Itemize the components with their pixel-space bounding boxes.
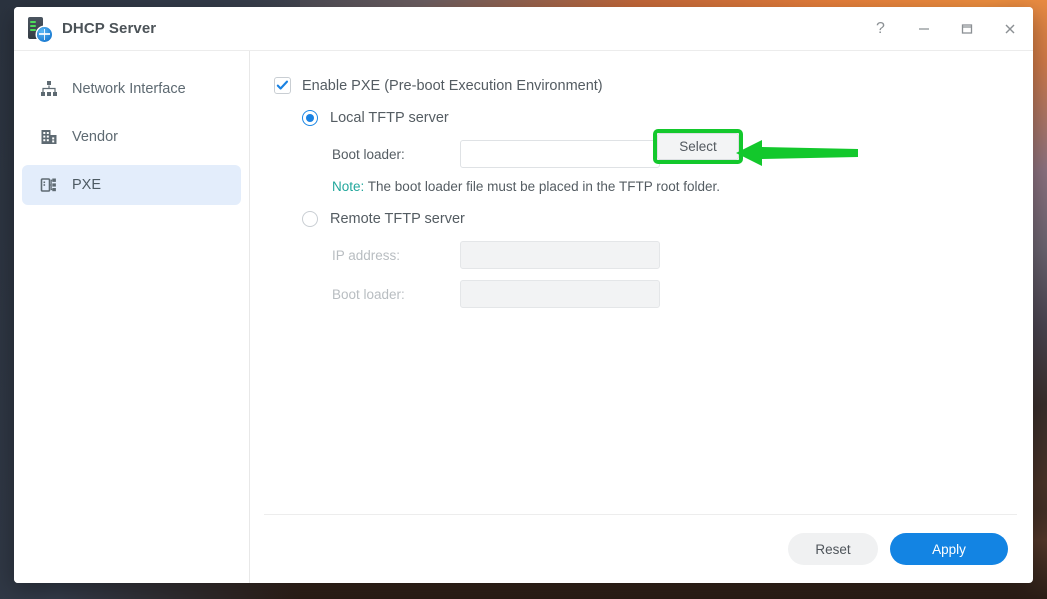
- pxe-server-icon: [39, 175, 59, 195]
- local-boot-loader-label: Boot loader:: [332, 146, 405, 162]
- window-titlebar: DHCP Server ?: [14, 7, 1033, 51]
- question-mark-icon: ?: [876, 19, 885, 37]
- pxe-settings-form: Enable PXE (Pre-boot Execution Environme…: [250, 51, 1033, 514]
- local-tftp-row[interactable]: Local TFTP server: [302, 110, 1003, 126]
- window-title: DHCP Server: [62, 20, 157, 37]
- remote-tftp-radio[interactable]: [302, 211, 318, 227]
- enable-pxe-checkbox[interactable]: [274, 77, 291, 94]
- remote-tftp-label: Remote TFTP server: [330, 211, 465, 227]
- sidebar-item-label: Network Interface: [72, 81, 186, 97]
- enable-pxe-row[interactable]: Enable PXE (Pre-boot Execution Environme…: [274, 77, 1003, 94]
- sidebar-item-pxe[interactable]: PXE: [22, 165, 241, 205]
- boot-loader-note: Note: The boot loader file must be place…: [302, 179, 1003, 194]
- remote-ip-address-input: [460, 241, 660, 269]
- sidebar-item-network-interface[interactable]: Network Interface: [22, 69, 241, 109]
- remote-boot-loader-row: Boot loader:: [302, 280, 1003, 308]
- remote-boot-loader-label: Boot loader:: [332, 286, 405, 302]
- note-text: The boot loader file must be placed in t…: [364, 179, 720, 194]
- sidebar-item-vendor[interactable]: Vendor: [22, 117, 241, 157]
- minimize-icon: [918, 27, 929, 30]
- close-button[interactable]: [988, 8, 1031, 50]
- local-boot-loader-input-wrap: Select: [460, 129, 743, 168]
- dhcp-server-icon: [26, 16, 52, 42]
- sidebar-item-label: Vendor: [72, 129, 118, 145]
- apply-button[interactable]: Apply: [890, 533, 1008, 565]
- maximize-button[interactable]: [945, 8, 988, 50]
- select-button[interactable]: Select: [657, 133, 739, 160]
- maximize-icon: [961, 23, 972, 34]
- tftp-options-group: Local TFTP server Boot loader: Select No…: [274, 110, 1003, 308]
- remote-tftp-row[interactable]: Remote TFTP server: [302, 211, 1003, 227]
- content-panel: Enable PXE (Pre-boot Execution Environme…: [250, 51, 1033, 583]
- sidebar: Network Interface Vendor PXE: [14, 51, 250, 583]
- note-keyword: Note:: [332, 179, 365, 194]
- building-icon: [39, 127, 59, 147]
- local-tftp-radio[interactable]: [302, 110, 318, 126]
- remote-ip-address-label: IP address:: [332, 247, 401, 263]
- sidebar-item-label: PXE: [72, 177, 102, 193]
- minimize-button[interactable]: [902, 8, 945, 50]
- window-body: Network Interface Vendor PXE Enable PXE …: [14, 51, 1033, 583]
- remote-boot-loader-input: [460, 280, 660, 308]
- local-boot-loader-row: Boot loader: Select: [302, 129, 1003, 168]
- close-icon: [1005, 24, 1014, 33]
- local-tftp-label: Local TFTP server: [330, 110, 449, 126]
- dhcp-server-window: DHCP Server ? Network Interface Vendor P…: [14, 7, 1033, 583]
- remote-boot-loader-input-wrap: [460, 280, 660, 308]
- network-hierarchy-icon: [39, 79, 59, 99]
- local-boot-loader-input[interactable]: [460, 140, 660, 168]
- checkmark-icon: [276, 80, 289, 90]
- remote-ip-address-row: IP address:: [302, 241, 1003, 269]
- help-button[interactable]: ?: [859, 8, 902, 50]
- form-footer: Reset Apply: [264, 514, 1017, 583]
- reset-button[interactable]: Reset: [788, 533, 878, 565]
- remote-ip-address-input-wrap: [460, 241, 660, 269]
- enable-pxe-label: Enable PXE (Pre-boot Execution Environme…: [302, 77, 603, 94]
